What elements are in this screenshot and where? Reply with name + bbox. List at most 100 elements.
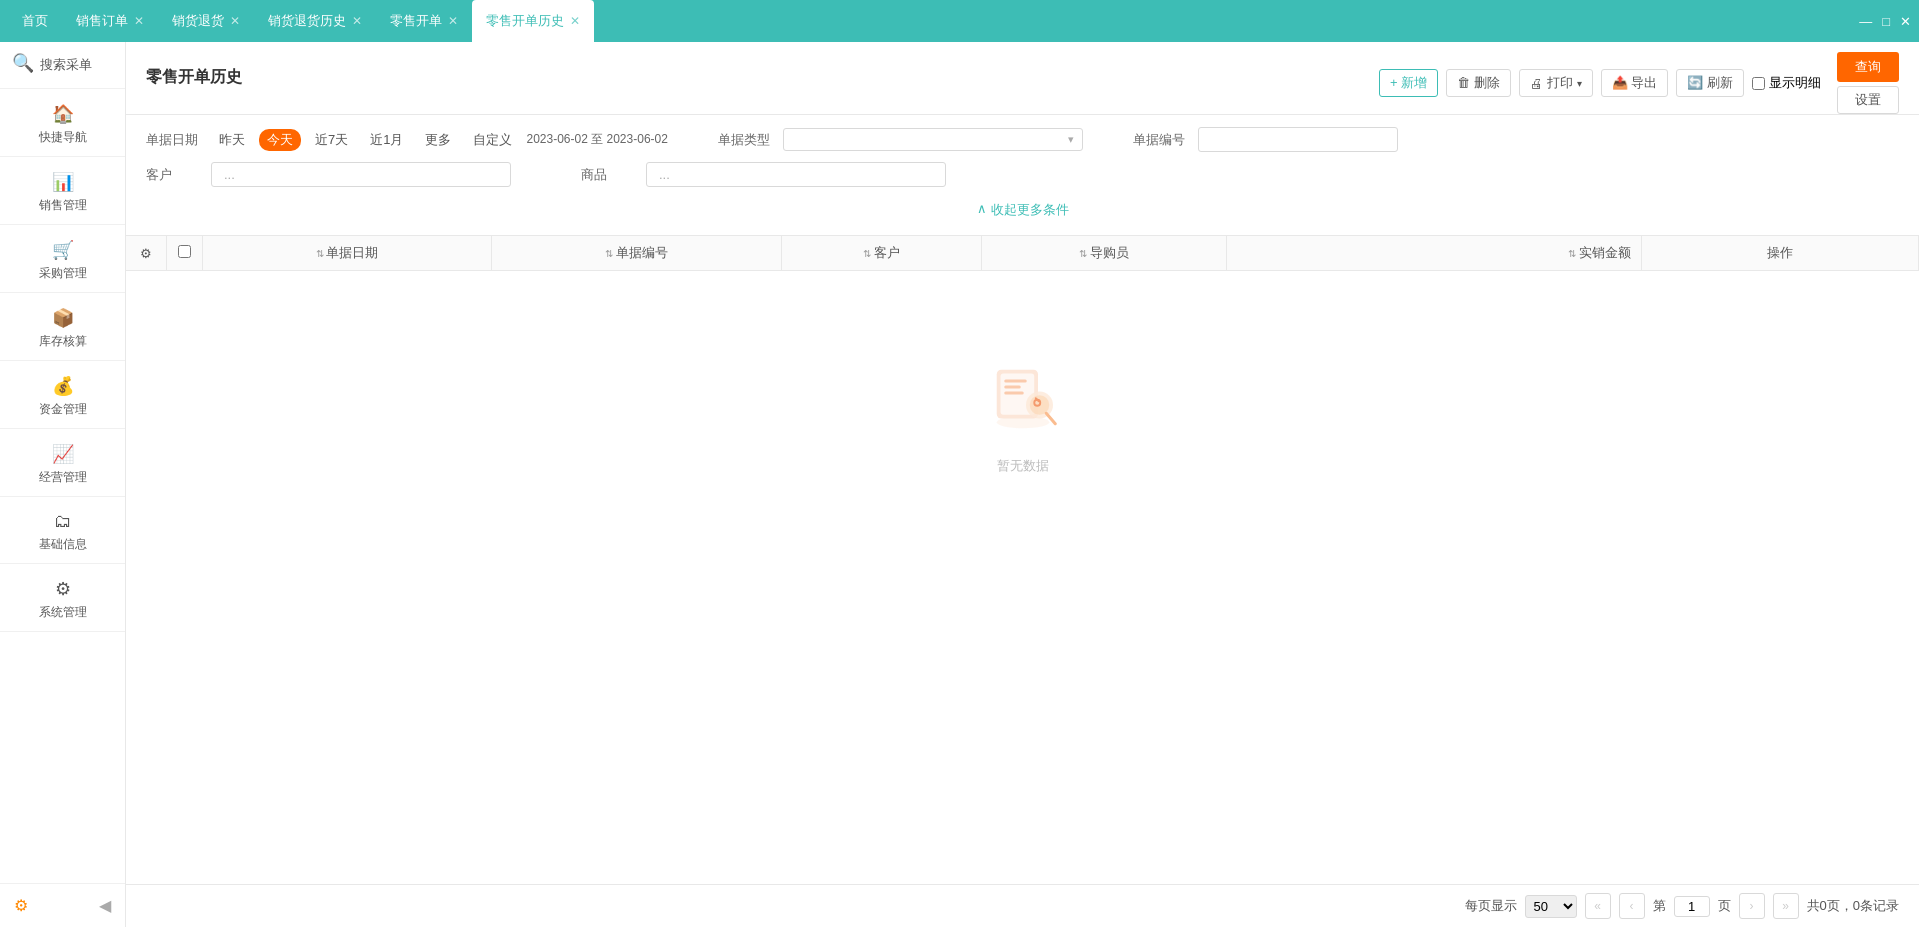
collapse-conditions-btn[interactable]: ∧ 收起更多条件 — [146, 197, 1899, 223]
window-controls: — □ ✕ — [1859, 14, 1911, 29]
sidebar-item-nav[interactable]: 🏠 快捷导航 — [0, 89, 125, 157]
sidebar-item-search-label: 搜索采单 — [40, 56, 92, 74]
total-label: 共0页，0条记录 — [1807, 897, 1899, 915]
tab-sales-return[interactable]: 销货退货 ✕ — [158, 0, 254, 42]
svg-rect-5 — [1004, 392, 1024, 395]
date-custom-btn[interactable]: 自定义 — [465, 129, 520, 151]
tab-retail-open-history[interactable]: 零售开单历史 ✕ — [472, 0, 594, 42]
th-check[interactable] — [166, 236, 202, 271]
tab-sales-return-history[interactable]: 销货退货历史 ✕ — [254, 0, 376, 42]
date-range-text: 2023-06-02 至 2023-06-02 — [526, 131, 667, 148]
query-button[interactable]: 查询 — [1837, 52, 1899, 82]
date-filter-label: 单据日期 — [146, 131, 201, 149]
customer-dots: ... — [224, 167, 235, 182]
th-date[interactable]: ⇅ 单据日期 — [202, 236, 492, 271]
close-retail-open-history-icon[interactable]: ✕ — [570, 14, 580, 28]
last-page-btn[interactable]: » — [1773, 893, 1799, 919]
settings-gear-icon[interactable]: ⚙ — [14, 896, 28, 915]
th-customer-label: 客户 — [874, 245, 900, 260]
number-filter-input[interactable] — [1198, 127, 1398, 152]
data-table: ⚙ ⇅ 单据日期 ⇅ 单据编号 — [126, 236, 1919, 271]
sidebar-item-finance-label: 资金管理 — [39, 401, 87, 418]
filter-row-1: 单据日期 昨天 今天 近7天 近1月 更多 自定义 2023-06-02 至 2… — [146, 127, 1899, 152]
sidebar-collapse-icon[interactable]: ◀ — [99, 896, 111, 915]
svg-rect-4 — [1004, 386, 1021, 389]
sidebar-item-operation[interactable]: 📈 经营管理 — [0, 429, 125, 497]
th-number-label: 单据编号 — [616, 245, 668, 260]
customer-filter-label: 客户 — [146, 166, 201, 184]
display-detail-label[interactable]: 显示明细 — [1752, 74, 1821, 92]
svg-rect-3 — [1004, 380, 1027, 383]
sidebar-item-inventory-label: 库存核算 — [39, 333, 87, 350]
first-page-btn[interactable]: « — [1585, 893, 1611, 919]
add-button[interactable]: + 新增 — [1379, 69, 1438, 97]
prev-page-btn[interactable]: ‹ — [1619, 893, 1645, 919]
goods-filter-label: 商品 — [581, 166, 636, 184]
th-settings[interactable]: ⚙ — [126, 236, 166, 271]
page-title: 零售开单历史 — [146, 67, 242, 88]
sidebar-item-inventory[interactable]: 📦 库存核算 — [0, 293, 125, 361]
close-retail-open-icon[interactable]: ✕ — [448, 14, 458, 28]
date-7days-btn[interactable]: 近7天 — [307, 129, 356, 151]
th-number[interactable]: ⇅ 单据编号 — [492, 236, 782, 271]
close-sales-order-icon[interactable]: ✕ — [134, 14, 144, 28]
th-customer[interactable]: ⇅ 客户 — [782, 236, 982, 271]
pagination: 每页显示 50 10 20 100 « ‹ 第 页 › » 共0页，0条记录 — [126, 884, 1919, 927]
collapse-label: 收起更多条件 — [991, 201, 1069, 219]
basic-icon: 🗂 — [54, 511, 72, 532]
next-page-btn[interactable]: › — [1739, 893, 1765, 919]
tab-retail-open[interactable]: 零售开单 ✕ — [376, 0, 472, 42]
sidebar-item-system[interactable]: ⚙ 系统管理 — [0, 564, 125, 632]
th-amount[interactable]: ⇅ 实销金额 — [1227, 236, 1642, 271]
window-maximize-btn[interactable]: □ — [1882, 14, 1890, 29]
date-1month-btn[interactable]: 近1月 — [362, 129, 411, 151]
filter-settings-button[interactable]: 设置 — [1837, 86, 1899, 114]
print-icon: 🖨 — [1530, 76, 1543, 91]
delete-button[interactable]: 🗑 删除 — [1446, 69, 1511, 97]
export-button[interactable]: 📤 导出 — [1601, 69, 1669, 97]
sidebar-item-search[interactable]: 🔍 搜索采单 — [0, 42, 125, 89]
toolbar: + 新增 🗑 删除 🖨 打印 ▾ 📤 导出 🔄 刷新 显示明细 查询 — [1379, 52, 1899, 114]
date-today-btn[interactable]: 今天 — [259, 129, 301, 151]
top-nav: 首页 销售订单 ✕ 销货退货 ✕ 销货退货历史 ✕ 零售开单 ✕ 零售开单历史 … — [0, 0, 1919, 42]
goods-filter-input[interactable]: ... — [646, 162, 946, 187]
tab-sales-order[interactable]: 销售订单 ✕ — [62, 0, 158, 42]
page-number-input[interactable] — [1674, 896, 1710, 917]
print-button[interactable]: 🖨 打印 ▾ — [1519, 69, 1593, 97]
refresh-button[interactable]: 🔄 刷新 — [1676, 69, 1744, 97]
per-page-select[interactable]: 50 10 20 100 — [1525, 895, 1577, 918]
sidebar: 🔍 搜索采单 🏠 快捷导航 📊 销售管理 🛒 采购管理 📦 库存核算 💰 资金管… — [0, 42, 126, 927]
system-icon: ⚙ — [55, 578, 71, 600]
close-sales-return-history-icon[interactable]: ✕ — [352, 14, 362, 28]
number-filter-label: 单据编号 — [1133, 131, 1188, 149]
th-guide[interactable]: ⇅ 导购员 — [982, 236, 1227, 271]
th-guide-label: 导购员 — [1090, 245, 1129, 260]
window-close-btn[interactable]: ✕ — [1900, 14, 1911, 29]
date-yesterday-btn[interactable]: 昨天 — [211, 129, 253, 151]
customer-filter-input[interactable]: ... — [211, 162, 511, 187]
sidebar-item-purchase-label: 采购管理 — [39, 265, 87, 282]
per-page-label: 每页显示 — [1465, 897, 1517, 915]
main-layout: 🔍 搜索采单 🏠 快捷导航 📊 销售管理 🛒 采购管理 📦 库存核算 💰 资金管… — [0, 42, 1919, 927]
page-header-area: 零售开单历史 + 新增 🗑 删除 🖨 打印 ▾ 📤 导出 🔄 刷新 显示明细 — [126, 42, 1919, 115]
select-all-checkbox[interactable] — [178, 245, 191, 258]
column-settings-icon[interactable]: ⚙ — [140, 246, 152, 261]
filter-area: 单据日期 昨天 今天 近7天 近1月 更多 自定义 2023-06-02 至 2… — [126, 115, 1919, 236]
sidebar-item-system-label: 系统管理 — [39, 604, 87, 621]
filter-row-2: 客户 ... 商品 ... — [146, 162, 1899, 187]
tab-home[interactable]: 首页 — [8, 0, 62, 42]
sidebar-item-sales[interactable]: 📊 销售管理 — [0, 157, 125, 225]
type-filter-select[interactable]: ▾ — [783, 128, 1083, 151]
sidebar-bottom: ⚙ ◀ — [0, 883, 125, 927]
type-filter-label: 单据类型 — [718, 131, 773, 149]
sidebar-item-basic[interactable]: 🗂 基础信息 — [0, 497, 125, 564]
sidebar-item-purchase[interactable]: 🛒 采购管理 — [0, 225, 125, 293]
date-filter-group: 昨天 今天 近7天 近1月 更多 自定义 2023-06-02 至 2023-0… — [211, 129, 668, 151]
window-minimize-btn[interactable]: — — [1859, 14, 1872, 29]
home-icon: 🏠 — [52, 103, 74, 125]
sidebar-item-nav-label: 快捷导航 — [39, 129, 87, 146]
close-sales-return-icon[interactable]: ✕ — [230, 14, 240, 28]
date-more-btn[interactable]: 更多 — [417, 129, 459, 151]
sidebar-item-finance[interactable]: 💰 资金管理 — [0, 361, 125, 429]
display-detail-checkbox[interactable] — [1752, 77, 1765, 90]
